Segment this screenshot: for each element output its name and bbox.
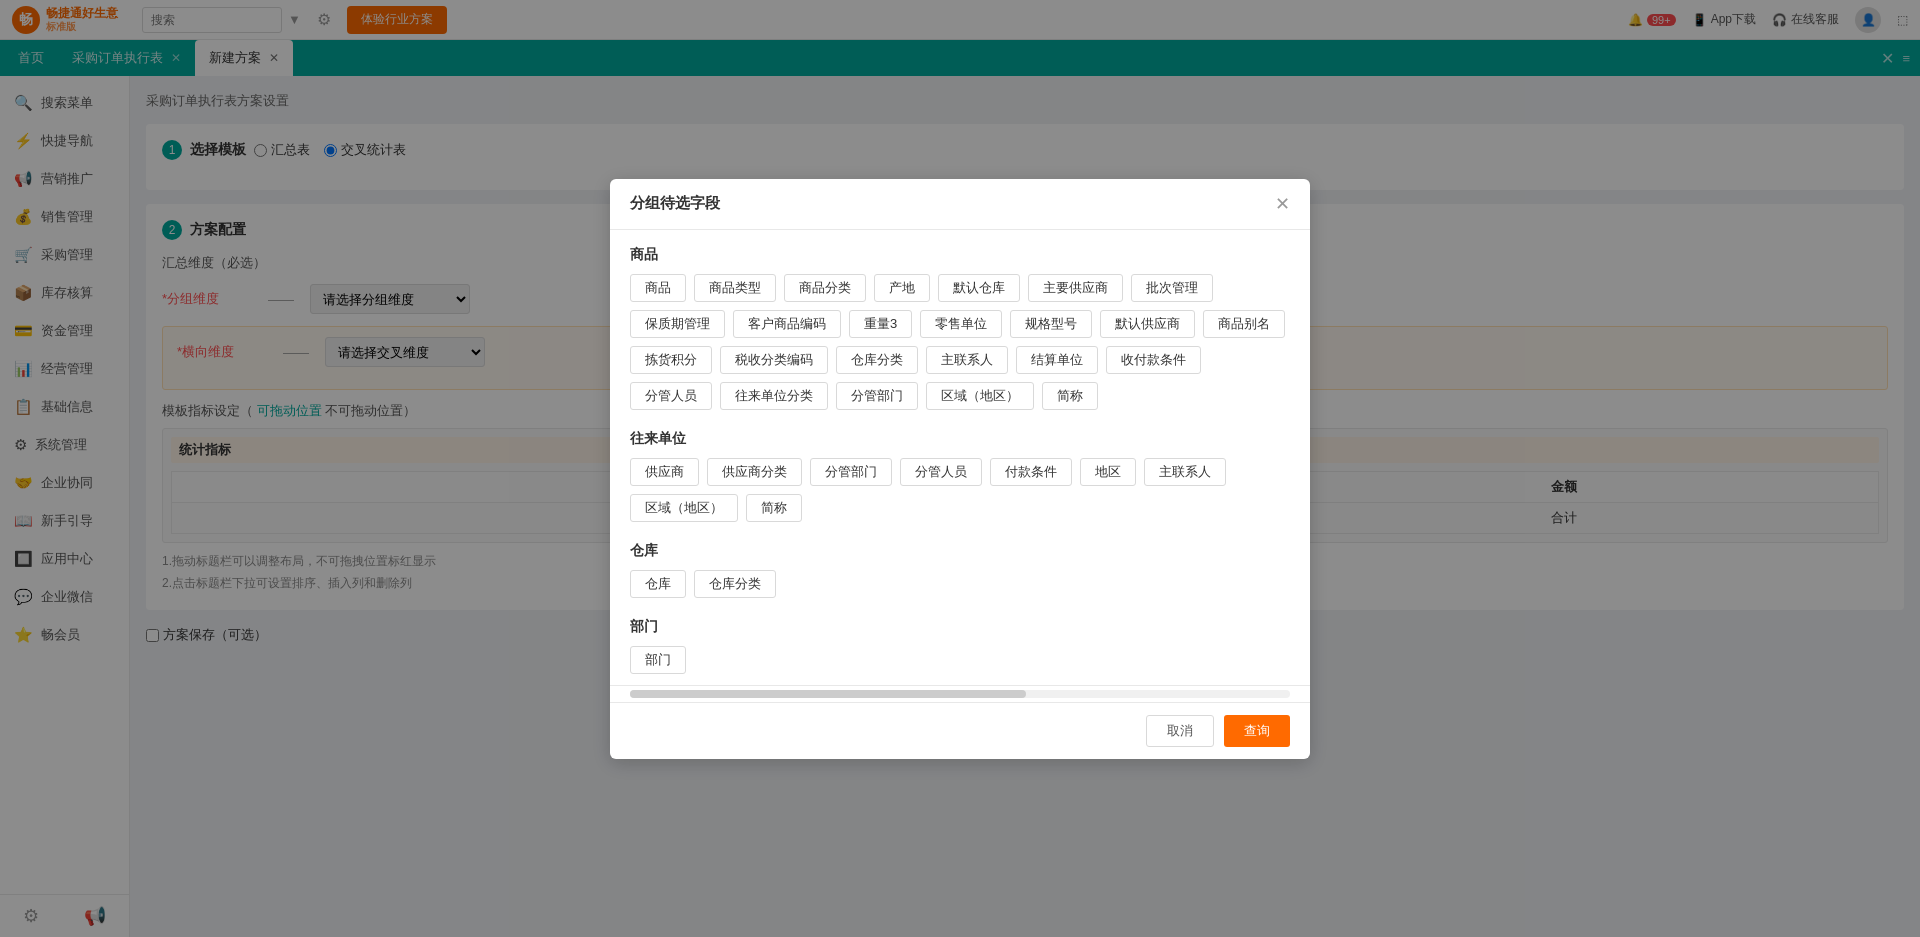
tag-product-1[interactable]: 商品类型 — [694, 274, 776, 302]
tag-dept-0[interactable]: 部门 — [630, 646, 686, 674]
tag-partner-5[interactable]: 地区 — [1080, 458, 1136, 486]
tag-product-15[interactable]: 税收分类编码 — [720, 346, 828, 374]
tag-product-4[interactable]: 默认仓库 — [938, 274, 1020, 302]
tag-partner-1[interactable]: 供应商分类 — [707, 458, 802, 486]
field-group-partner: 往来单位 供应商 供应商分类 分管部门 分管人员 付款条件 地区 主联系人 区域… — [630, 430, 1290, 522]
modal-close-button[interactable]: ✕ — [1275, 193, 1290, 215]
tag-warehouse-0[interactable]: 仓库 — [630, 570, 686, 598]
tag-product-19[interactable]: 收付款条件 — [1106, 346, 1201, 374]
tag-partner-6[interactable]: 主联系人 — [1144, 458, 1226, 486]
tag-product-18[interactable]: 结算单位 — [1016, 346, 1098, 374]
modal-footer: 取消 查询 — [610, 702, 1310, 759]
tag-warehouse-1[interactable]: 仓库分类 — [694, 570, 776, 598]
modal-body: 商品 商品 商品类型 商品分类 产地 默认仓库 主要供应商 批次管理 保质期管理… — [610, 230, 1310, 685]
tag-product-21[interactable]: 往来单位分类 — [720, 382, 828, 410]
tag-product-3[interactable]: 产地 — [874, 274, 930, 302]
modal-dialog: 分组待选字段 ✕ 商品 商品 商品类型 商品分类 产地 默认仓库 主要供应商 批… — [610, 179, 1310, 759]
field-tags-product: 商品 商品类型 商品分类 产地 默认仓库 主要供应商 批次管理 保质期管理 客户… — [630, 274, 1290, 410]
tag-partner-2[interactable]: 分管部门 — [810, 458, 892, 486]
field-tags-warehouse: 仓库 仓库分类 — [630, 570, 1290, 598]
group-title-dept: 部门 — [630, 618, 1290, 636]
tag-product-24[interactable]: 简称 — [1042, 382, 1098, 410]
tag-product-12[interactable]: 默认供应商 — [1100, 310, 1195, 338]
tag-partner-8[interactable]: 简称 — [746, 494, 802, 522]
tag-partner-0[interactable]: 供应商 — [630, 458, 699, 486]
tag-product-16[interactable]: 仓库分类 — [836, 346, 918, 374]
modal-overlay[interactable]: 分组待选字段 ✕ 商品 商品 商品类型 商品分类 产地 默认仓库 主要供应商 批… — [0, 0, 1920, 937]
modal-confirm-button[interactable]: 查询 — [1224, 715, 1290, 747]
field-group-product: 商品 商品 商品类型 商品分类 产地 默认仓库 主要供应商 批次管理 保质期管理… — [630, 246, 1290, 410]
tag-product-23[interactable]: 区域（地区） — [926, 382, 1034, 410]
hscroll-thumb[interactable] — [630, 690, 1026, 698]
tag-product-6[interactable]: 批次管理 — [1131, 274, 1213, 302]
tag-product-0[interactable]: 商品 — [630, 274, 686, 302]
tag-product-13[interactable]: 商品别名 — [1203, 310, 1285, 338]
modal-hscrollbar[interactable] — [610, 685, 1310, 702]
tag-product-14[interactable]: 拣货积分 — [630, 346, 712, 374]
tag-product-20[interactable]: 分管人员 — [630, 382, 712, 410]
field-group-dept: 部门 部门 — [630, 618, 1290, 674]
tag-product-17[interactable]: 主联系人 — [926, 346, 1008, 374]
tag-partner-7[interactable]: 区域（地区） — [630, 494, 738, 522]
group-title-product: 商品 — [630, 246, 1290, 264]
field-group-warehouse: 仓库 仓库 仓库分类 — [630, 542, 1290, 598]
tag-product-10[interactable]: 零售单位 — [920, 310, 1002, 338]
tag-product-9[interactable]: 重量3 — [849, 310, 912, 338]
tag-product-2[interactable]: 商品分类 — [784, 274, 866, 302]
hscroll-track — [630, 690, 1290, 698]
modal-cancel-button[interactable]: 取消 — [1146, 715, 1214, 747]
modal-header: 分组待选字段 ✕ — [610, 179, 1310, 230]
tag-product-5[interactable]: 主要供应商 — [1028, 274, 1123, 302]
tag-product-11[interactable]: 规格型号 — [1010, 310, 1092, 338]
group-title-warehouse: 仓库 — [630, 542, 1290, 560]
field-tags-partner: 供应商 供应商分类 分管部门 分管人员 付款条件 地区 主联系人 区域（地区） … — [630, 458, 1290, 522]
tag-product-7[interactable]: 保质期管理 — [630, 310, 725, 338]
field-tags-dept: 部门 — [630, 646, 1290, 674]
group-title-partner: 往来单位 — [630, 430, 1290, 448]
tag-partner-4[interactable]: 付款条件 — [990, 458, 1072, 486]
tag-partner-3[interactable]: 分管人员 — [900, 458, 982, 486]
tag-product-8[interactable]: 客户商品编码 — [733, 310, 841, 338]
modal-title: 分组待选字段 — [630, 194, 720, 213]
tag-product-22[interactable]: 分管部门 — [836, 382, 918, 410]
